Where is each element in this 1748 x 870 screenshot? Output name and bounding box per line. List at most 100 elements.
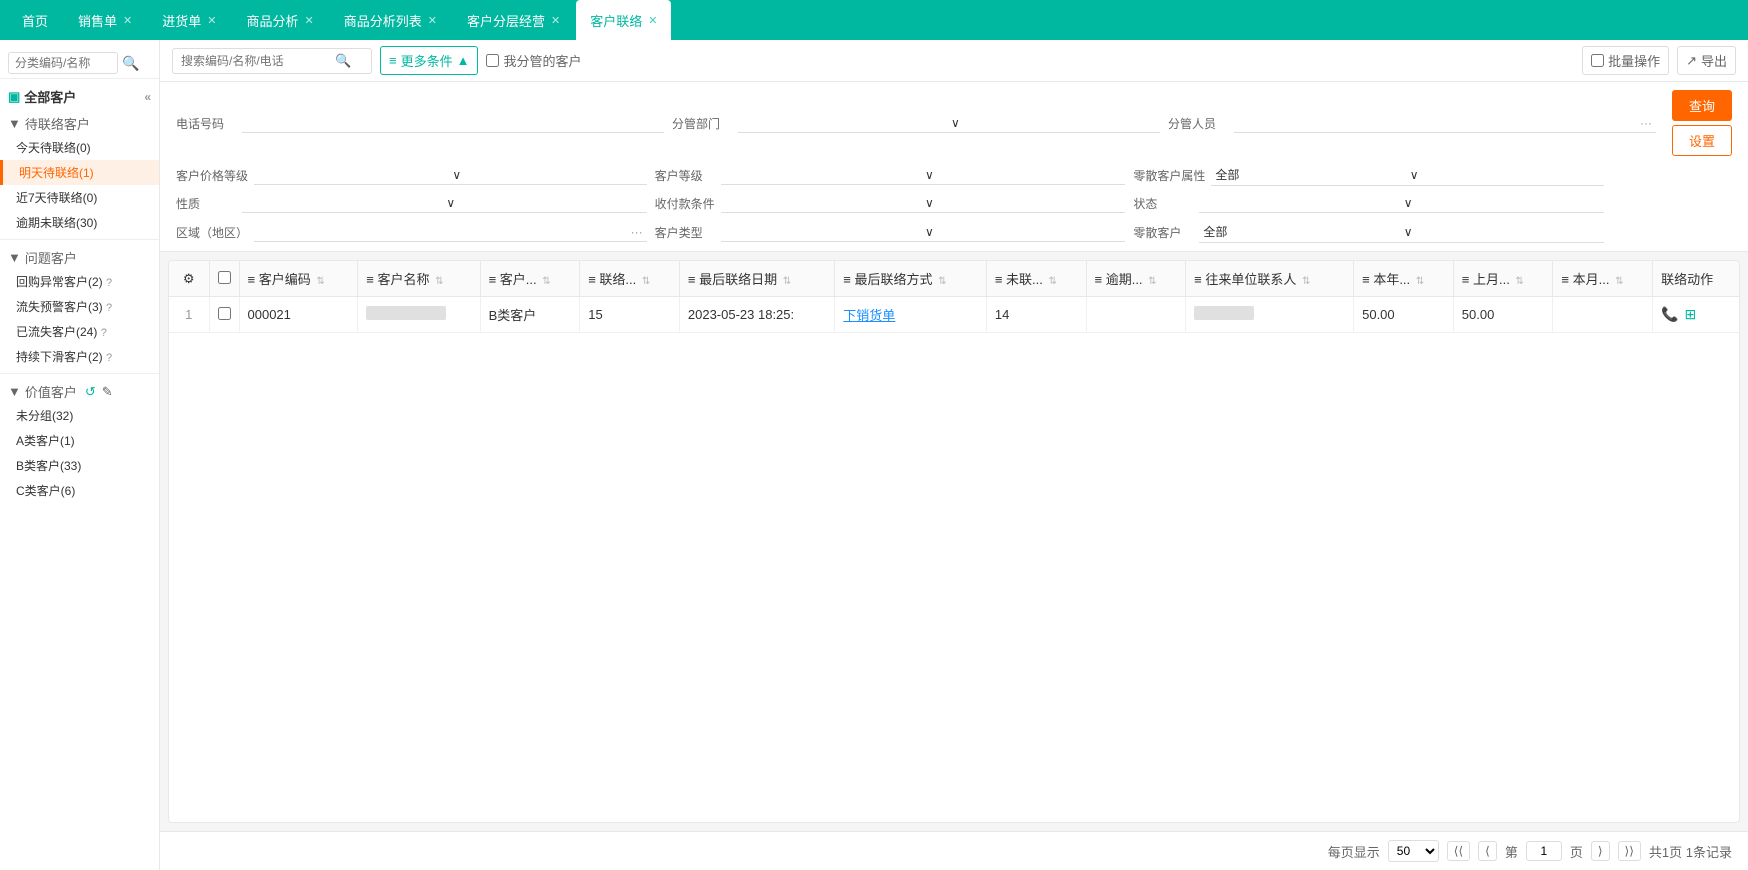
first-page-btn[interactable]: ⟨⟨ xyxy=(1447,841,1470,861)
nav-customer-contact[interactable]: 客户联络 ✕ xyxy=(576,0,671,40)
sidebar-7days-pending[interactable]: 近7天待联络(0) xyxy=(0,185,159,210)
row-checkbox[interactable] xyxy=(218,307,231,320)
sidebar-class-a[interactable]: A类客户(1) xyxy=(0,428,159,453)
settings-btn[interactable]: 设置 xyxy=(1672,125,1732,156)
nav-home-label: 首页 xyxy=(22,11,48,30)
sidebar-all-customers[interactable]: ▣ 全部客户 « xyxy=(0,83,159,110)
toolbar-right: 批量操作 ↗ 导出 xyxy=(1582,46,1736,75)
sidebar-declining-customers[interactable]: 持续下滑客户(2) ? xyxy=(0,344,159,369)
action-grid-icon[interactable]: ⊞ xyxy=(1685,306,1697,323)
nav-sales-close[interactable]: ✕ xyxy=(123,14,132,27)
export-label: 导出 xyxy=(1701,51,1727,70)
nav-purchase-close[interactable]: ✕ xyxy=(207,14,216,27)
col-this-year-header[interactable]: ≡ 本年... ⇅ xyxy=(1354,261,1454,297)
sidebar-value-refresh[interactable]: ↺ xyxy=(85,384,96,400)
next-page-btn[interactable]: ⟩ xyxy=(1591,841,1610,861)
nav-analysis-list[interactable]: 商品分析列表 ✕ xyxy=(330,0,451,40)
filter-dept-chevron: ∨ xyxy=(951,116,1156,130)
sidebar-class-b[interactable]: B类客户(33) xyxy=(0,453,159,478)
col-this-month-sort: ⇅ xyxy=(1615,276,1623,287)
nav-analysis-list-close[interactable]: ✕ xyxy=(428,14,437,27)
filter-payment: 收付款条件 ∨ xyxy=(655,194,1126,213)
filter-scatter-attr-value: 全部 xyxy=(1215,166,1405,183)
filter-price-level-select[interactable]: ∨ xyxy=(254,166,647,185)
batch-checkbox[interactable] xyxy=(1591,54,1604,67)
row-name[interactable] xyxy=(358,297,480,333)
query-btn[interactable]: 查询 xyxy=(1672,90,1732,121)
nav-sales[interactable]: 销售单 ✕ xyxy=(64,0,146,40)
col-name-header[interactable]: ≡ 客户名称 ⇅ xyxy=(358,261,480,297)
col-checkbox-header[interactable] xyxy=(209,261,239,297)
my-customers-checkbox-area[interactable]: 我分管的客户 xyxy=(486,51,581,70)
toolbar-search-icon[interactable]: 🔍 xyxy=(335,53,351,69)
nav-analysis-close[interactable]: ✕ xyxy=(305,14,314,27)
filter-scatter-cust-value: 全部 xyxy=(1203,223,1399,240)
nav-analysis-label: 商品分析 xyxy=(246,11,298,30)
filter-cust-type-select[interactable]: ∨ xyxy=(721,223,1126,242)
page-input[interactable] xyxy=(1526,841,1562,861)
filter-person-input[interactable]: ··· xyxy=(1234,114,1656,133)
col-last-month-header[interactable]: ≡ 上月... ⇅ xyxy=(1453,261,1553,297)
filter-row-1: 电话号码 分管部门 ∨ 分管人员 ··· 查询 xyxy=(176,90,1732,156)
sidebar-overdue-pending[interactable]: 逾期未联络(30) xyxy=(0,210,159,235)
sidebar-ungrouped[interactable]: 未分组(32) xyxy=(0,403,159,428)
nav-purchase[interactable]: 进货单 ✕ xyxy=(148,0,230,40)
filter-icon: ≡ xyxy=(389,53,397,68)
my-customers-checkbox[interactable] xyxy=(486,54,499,67)
sidebar-collapse-icon[interactable]: « xyxy=(144,90,151,104)
nav-analysis[interactable]: 商品分析 ✕ xyxy=(232,0,327,40)
filter-dept-select[interactable]: ∨ xyxy=(738,114,1160,133)
sidebar-abnormal-repurchase[interactable]: 回购异常客户(2) ? xyxy=(0,269,159,294)
col-this-month-header[interactable]: ≡ 本月... ⇅ xyxy=(1553,261,1653,297)
filter-scatter-attr-select[interactable]: 全部 ∨ xyxy=(1211,164,1604,186)
filter-scatter-attr-chevron: ∨ xyxy=(1410,168,1600,182)
col-type-header[interactable]: ≡ 客户... ⇅ xyxy=(480,261,580,297)
batch-op-label: 批量操作 xyxy=(1608,51,1660,70)
action-phone-icon[interactable]: 📞 xyxy=(1661,306,1678,323)
sidebar-search-input[interactable] xyxy=(8,52,118,74)
filter-cust-level-select[interactable]: ∨ xyxy=(721,166,1126,185)
row-last-type-link[interactable]: 下销货单 xyxy=(843,308,895,323)
prev-page-btn[interactable]: ⟨ xyxy=(1478,841,1497,861)
nav-customer-tier-close[interactable]: ✕ xyxy=(551,14,560,27)
per-page-select[interactable]: 50 100 200 xyxy=(1388,840,1439,862)
col-unit-contact-header[interactable]: ≡ 往来单位联系人 ⇅ xyxy=(1186,261,1354,297)
filter-more-btn[interactable]: ≡ 更多条件 ▲ xyxy=(380,46,478,75)
row-last-type[interactable]: 下销货单 xyxy=(835,297,987,333)
col-last-type-header[interactable]: ≡ 最后联络方式 ⇅ xyxy=(835,261,987,297)
table-container: ⚙ ≡ 客户编码 ⇅ ≡ 客户名称 ⇅ ≡ 客户... ⇅ ≡ 联络... ⇅ xyxy=(168,260,1740,823)
sidebar-value-edit[interactable]: ✎ xyxy=(102,384,113,400)
filter-scatter-cust-select[interactable]: 全部 ∨ xyxy=(1199,221,1604,243)
toolbar-search-input[interactable] xyxy=(181,54,331,68)
sidebar-today-pending[interactable]: 今天待联络(0) xyxy=(0,135,159,160)
sidebar-lost-customers[interactable]: 已流失客户(24) ? xyxy=(0,319,159,344)
col-code-header[interactable]: ≡ 客户编码 ⇅ xyxy=(239,261,358,297)
nav-home[interactable]: 首页 xyxy=(8,0,62,40)
sidebar-class-c[interactable]: C类客户(6) xyxy=(0,478,159,503)
filter-region: 区域（地区） ··· xyxy=(176,223,647,242)
col-contacts-header[interactable]: ≡ 联络... ⇅ xyxy=(580,261,680,297)
sidebar: 🔍 ▣ 全部客户 « ▼ 待联络客户 今天待联络(0) 明天待联络(1) 近7天… xyxy=(0,40,160,870)
filter-dept-label: 分管部门 xyxy=(672,115,732,132)
sidebar-tomorrow-pending[interactable]: 明天待联络(1) xyxy=(0,160,159,185)
select-all-checkbox[interactable] xyxy=(218,271,231,284)
nav-customer-tier[interactable]: 客户分层经营 ✕ xyxy=(453,0,574,40)
filter-region-input[interactable]: ··· xyxy=(254,223,647,242)
sidebar-churn-warning[interactable]: 流失预警客户(3) ? xyxy=(0,294,159,319)
filter-status-label: 状态 xyxy=(1133,195,1193,212)
filter-phone-input[interactable] xyxy=(242,114,664,133)
row-checkbox-cell[interactable] xyxy=(209,297,239,333)
last-page-btn[interactable]: ⟩⟩ xyxy=(1618,841,1641,861)
sidebar-search-icon[interactable]: 🔍 xyxy=(122,55,139,72)
filter-status-select[interactable]: ∨ xyxy=(1199,194,1604,213)
col-last-date-header[interactable]: ≡ 最后联络日期 ⇅ xyxy=(679,261,834,297)
batch-op-btn[interactable]: 批量操作 xyxy=(1582,46,1669,75)
filter-nature-select[interactable]: ∨ xyxy=(242,194,647,213)
nav-customer-contact-close[interactable]: ✕ xyxy=(648,14,657,27)
col-gear-header[interactable]: ⚙ xyxy=(169,261,209,297)
export-btn[interactable]: ↗ 导出 xyxy=(1677,46,1736,75)
col-overdue-header[interactable]: ≡ 逾期... ⇅ xyxy=(1086,261,1186,297)
row-unit-contact xyxy=(1186,297,1354,333)
col-not-contacted-header[interactable]: ≡ 未联... ⇅ xyxy=(986,261,1086,297)
filter-payment-select[interactable]: ∨ xyxy=(721,194,1126,213)
